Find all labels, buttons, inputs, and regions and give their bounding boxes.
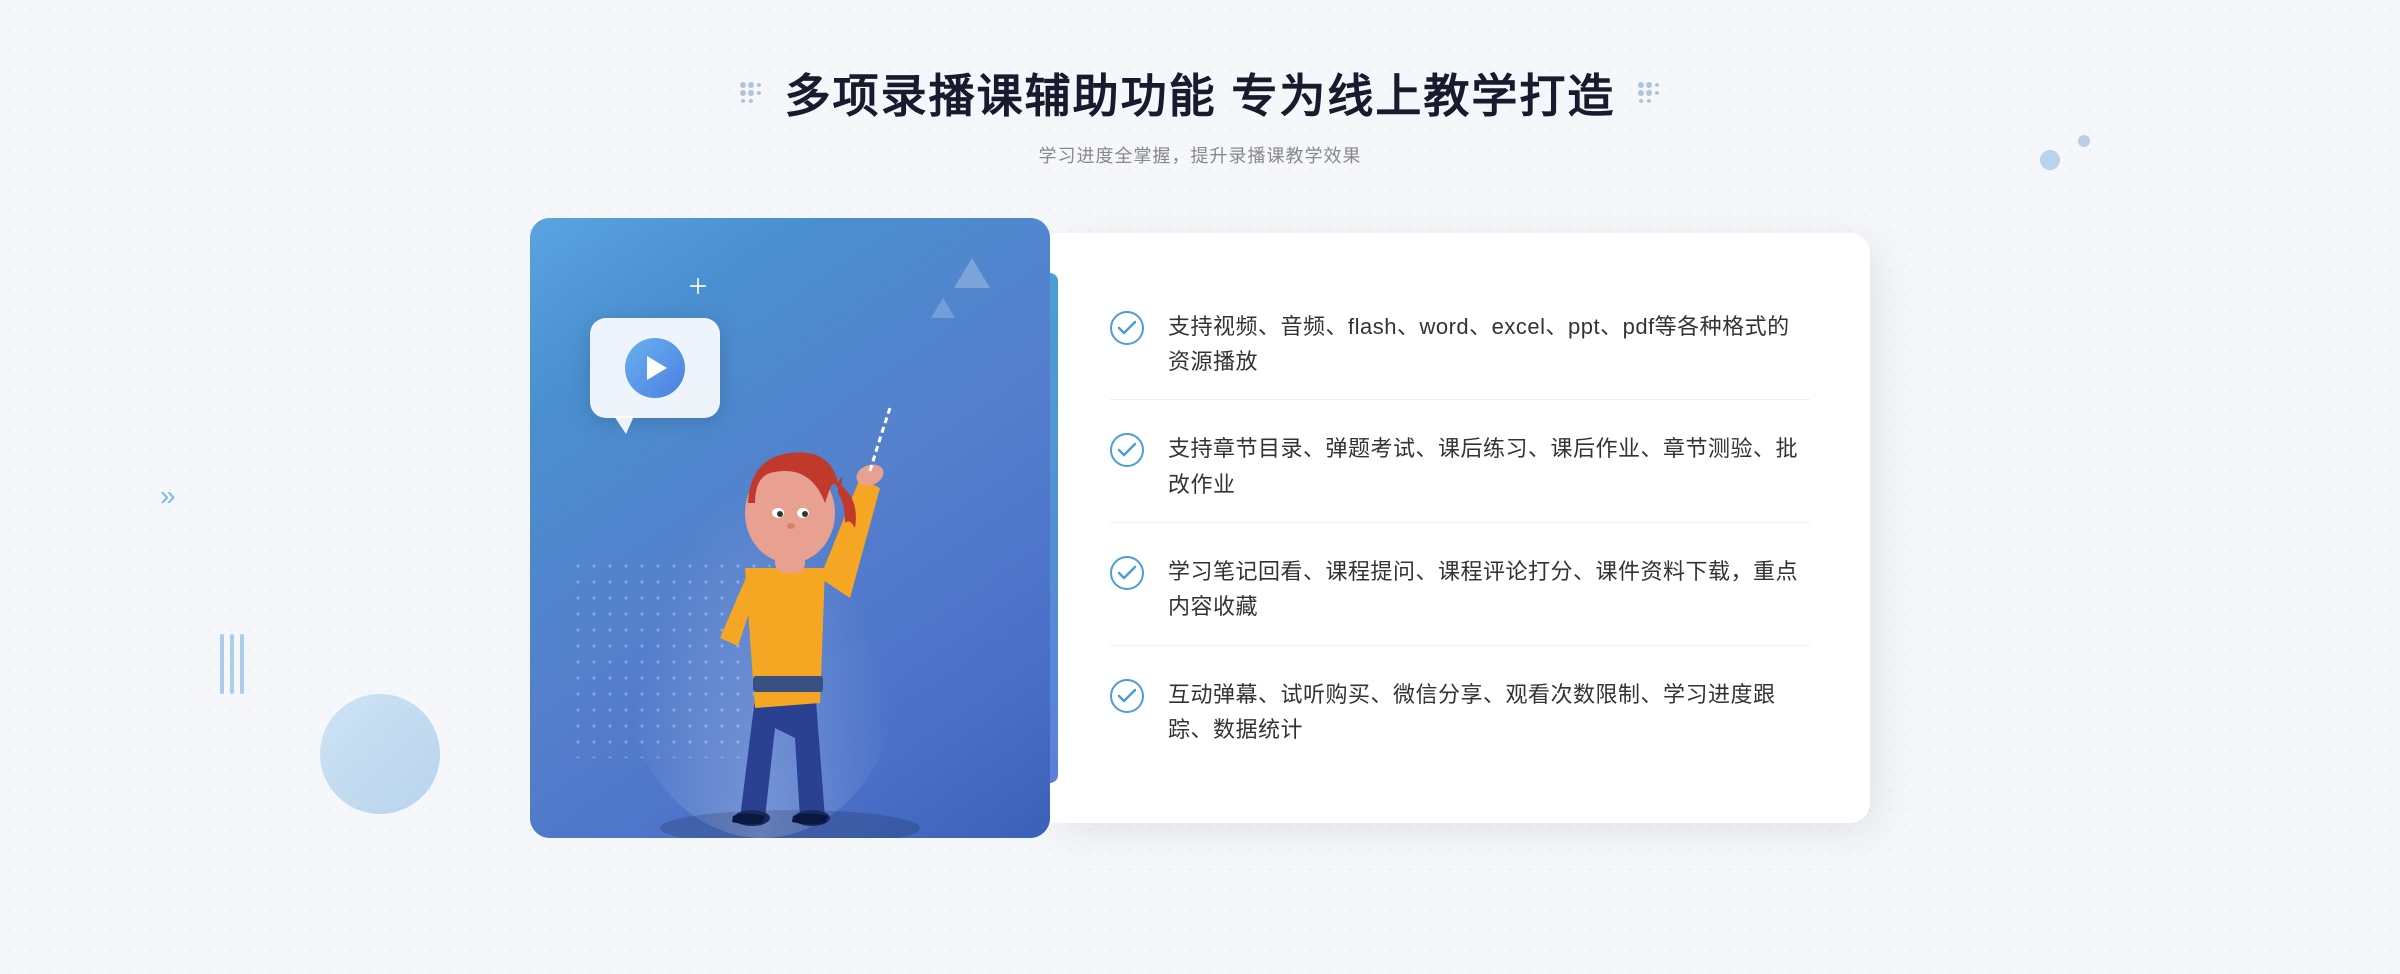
feature-item-1: 支持视频、音频、flash、word、excel、ppt、pdf等各种格式的资源… — [1110, 289, 1810, 400]
deco-circle-left — [320, 694, 440, 814]
illustration-card — [530, 218, 1050, 838]
feature-text-3: 学习笔记回看、课程提问、课程评论打分、课件资料下载，重点内容收藏 — [1168, 554, 1810, 624]
deco-line-3 — [240, 634, 244, 694]
deco-line-1 — [220, 634, 224, 694]
header-decorators: 多项录播课辅助功能 专为线上教学打造 — [737, 60, 1664, 126]
card-triangle-1 — [954, 258, 990, 288]
deco-lines-left — [220, 634, 244, 694]
header-section: 多项录播课辅助功能 专为线上教学打造 学习进度全掌握，提升录播课教学效果 — [737, 60, 1664, 168]
page-container: 多项录播课辅助功能 专为线上教学打造 学习进度全掌握，提升录播课教学效果 — [0, 0, 2400, 974]
illustration-card-inner — [530, 218, 1050, 838]
person-illustration — [600, 318, 980, 838]
feature-item-4: 互动弹幕、试听购买、微信分享、观看次数限制、学习进度跟踪、数据统计 — [1110, 657, 1810, 767]
feature-text-4: 互动弹幕、试听购买、微信分享、观看次数限制、学习进度跟踪、数据统计 — [1168, 677, 1810, 747]
content-panel: 支持视频、音频、flash、word、excel、ppt、pdf等各种格式的资源… — [1050, 233, 1870, 823]
sparkle-1 — [690, 278, 706, 294]
check-icon-3 — [1110, 556, 1144, 590]
right-decorator — [1635, 79, 1663, 107]
check-icon-4 — [1110, 679, 1144, 713]
main-title: 多项录播课辅助功能 专为线上教学打造 — [785, 60, 1616, 126]
check-icon-1 — [1110, 311, 1144, 345]
feature-item-2: 支持章节目录、弹题考试、课后练习、课后作业、章节测验、批改作业 — [1110, 411, 1810, 522]
feature-text-1: 支持视频、音频、flash、word、excel、ppt、pdf等各种格式的资源… — [1168, 309, 1810, 379]
feature-text-2: 支持章节目录、弹题考试、课后练习、课后作业、章节测验、批改作业 — [1168, 431, 1810, 501]
subtitle: 学习进度全掌握，提升录播课教学效果 — [737, 142, 1664, 168]
left-decorator — [737, 79, 765, 107]
feature-item-3: 学习笔记回看、课程提问、课程评论打分、课件资料下载，重点内容收藏 — [1110, 534, 1810, 645]
card-triangle-2 — [931, 298, 955, 318]
deco-circle-right-1 — [2040, 150, 2060, 170]
deco-circle-right-2 — [2078, 135, 2090, 147]
deco-arrows-left: » — [160, 480, 176, 512]
main-content: 支持视频、音频、flash、word、excel、ppt、pdf等各种格式的资源… — [500, 218, 1900, 838]
check-icon-2 — [1110, 433, 1144, 467]
deco-line-2 — [230, 634, 234, 694]
